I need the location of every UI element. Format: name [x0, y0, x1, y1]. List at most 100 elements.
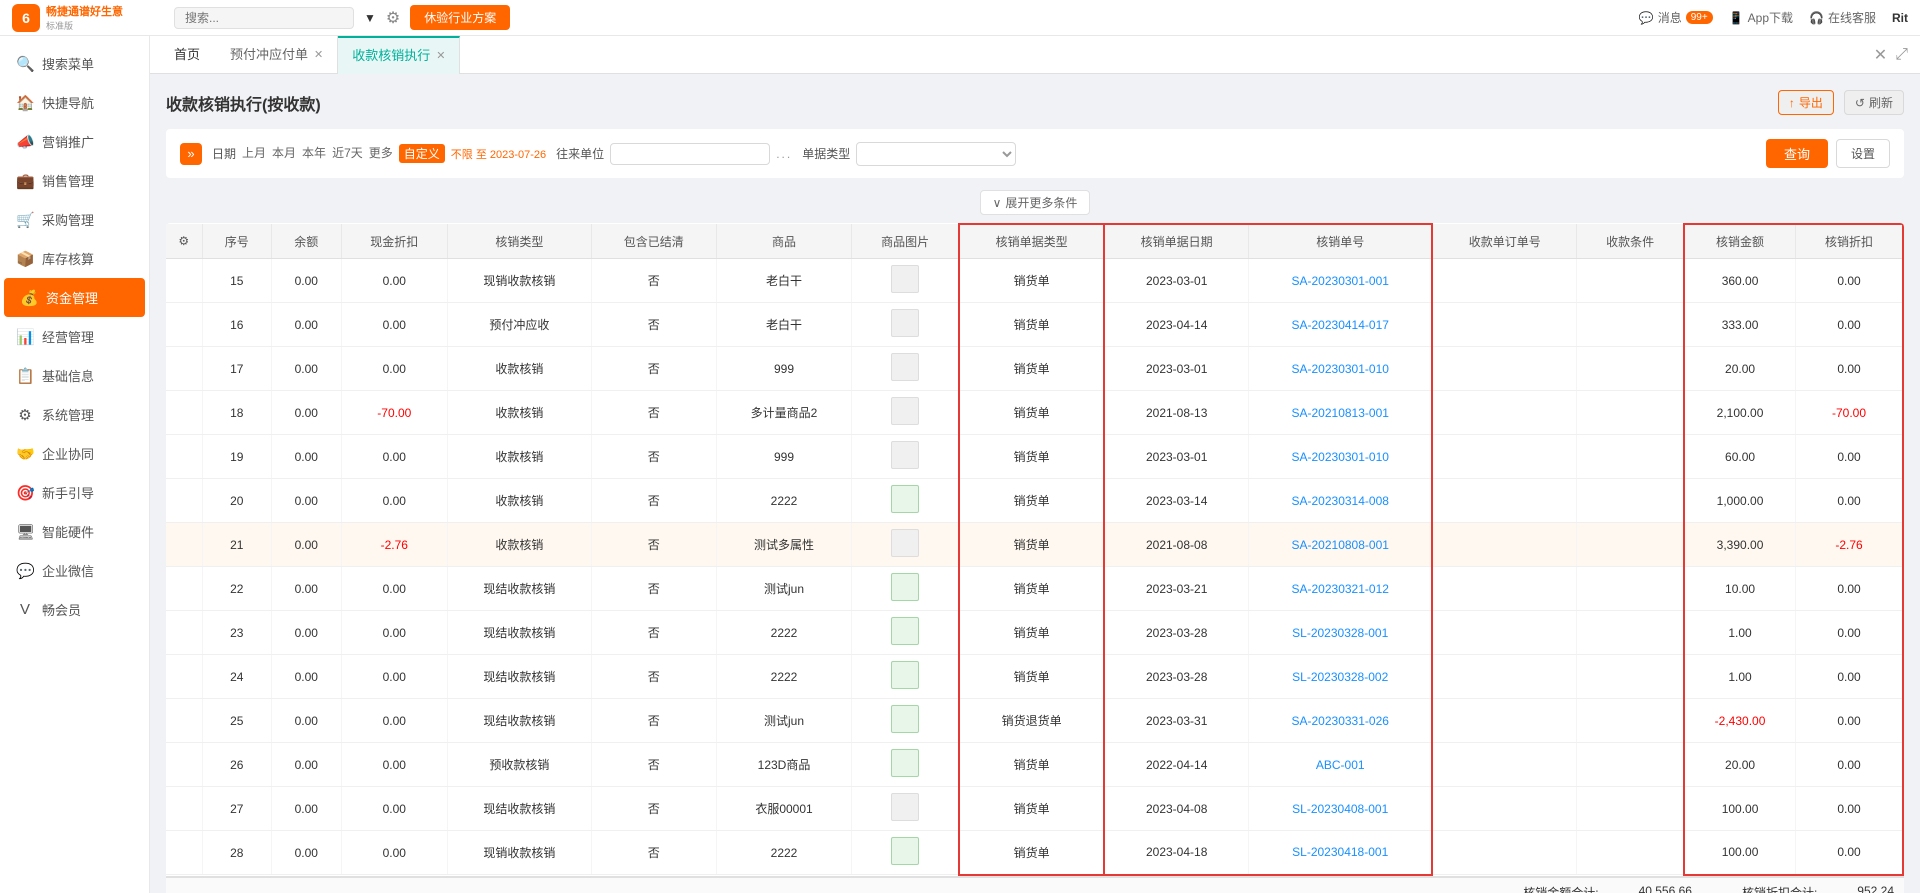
td-cancel-discount: 0.00	[1796, 567, 1903, 611]
doc-no-link[interactable]: SA-20230301-001	[1292, 274, 1389, 288]
td-cancel-discount: 0.00	[1796, 787, 1903, 831]
sidebar-item-inventory[interactable]: 📦 库存核算	[0, 239, 149, 278]
doc-no-link[interactable]: SL-20230418-001	[1292, 845, 1388, 859]
sidebar-item-finance[interactable]: 💰 资金管理	[4, 278, 145, 317]
td-cancel-discount: 0.00	[1796, 347, 1903, 391]
sidebar-item-marketing[interactable]: 📣 营销推广	[0, 122, 149, 161]
td-goods: 2222	[716, 611, 851, 655]
search-input[interactable]	[174, 7, 354, 29]
td-goods-image	[852, 699, 959, 743]
doc-no-link[interactable]: ABC-001	[1316, 758, 1365, 772]
table-row: 17 0.00 0.00 收款核销 否 999 销货单 2023-03-01 S…	[166, 347, 1903, 391]
sidebar-label-basic-info: 基础信息	[42, 366, 94, 385]
td-receipt-order-no	[1432, 743, 1576, 787]
td-receipt-condition	[1577, 699, 1684, 743]
td-balance: 0.00	[272, 743, 342, 787]
td-goods: 测试jun	[716, 567, 851, 611]
receipt-type-select[interactable]	[856, 142, 1016, 166]
doc-no-link[interactable]: SL-20230408-001	[1292, 802, 1388, 816]
sidebar-item-sales[interactable]: 💼 销售管理	[0, 161, 149, 200]
td-goods: 老白干	[716, 303, 851, 347]
tab-cancel[interactable]: 收款核销执行 ✕	[338, 36, 460, 74]
expand-btn[interactable]: ∨ 展开更多条件	[980, 190, 1091, 215]
sales-icon: 💼	[16, 172, 34, 190]
td-cancel-amount: 3,390.00	[1684, 523, 1796, 567]
sidebar-item-collab[interactable]: 🤝 企业协同	[0, 434, 149, 473]
sidebar-item-guide[interactable]: 🎯 新手引导	[0, 473, 149, 512]
tab-prepay[interactable]: 预付冲应付单 ✕	[216, 36, 338, 74]
doc-no-link[interactable]: SL-20230328-001	[1292, 626, 1388, 640]
td-cancel-doc-date: 2023-03-28	[1104, 655, 1248, 699]
doc-no-link[interactable]: SA-20230301-010	[1292, 450, 1389, 464]
sidebar-item-hardware[interactable]: 🖥 智能硬件	[0, 512, 149, 551]
td-receipt-order-no	[1432, 831, 1576, 875]
sidebar-item-system[interactable]: ⚙ 系统管理	[0, 395, 149, 434]
date-this-month[interactable]: 本月	[272, 144, 296, 163]
date-more[interactable]: 更多	[369, 144, 393, 163]
sidebar-item-nav[interactable]: 🏠 快捷导航	[0, 83, 149, 122]
td-receipt-condition	[1577, 655, 1684, 699]
sidebar-item-wechat[interactable]: 💬 企业微信	[0, 551, 149, 590]
date-custom[interactable]: 自定义	[399, 144, 445, 163]
sidebar-item-purchase[interactable]: 🛒 采购管理	[0, 200, 149, 239]
date-7days[interactable]: 近7天	[332, 144, 363, 163]
refresh-btn[interactable]: ↺ 刷新	[1844, 90, 1904, 115]
member-icon: V	[16, 601, 34, 618]
th-settings[interactable]: ⚙	[166, 224, 202, 259]
date-label: 日期	[212, 145, 236, 162]
dropdown-arrow[interactable]: ▼	[364, 11, 376, 25]
message-btn[interactable]: 💬 消息 99+	[1639, 9, 1713, 26]
td-cancel-discount: 0.00	[1796, 831, 1903, 875]
sidebar-label-search: 搜索菜单	[42, 54, 94, 73]
online-service-btn[interactable]: 🎧 在线客服	[1809, 9, 1876, 26]
gear-icon[interactable]: ⚙	[386, 8, 400, 28]
td-cancel-amount: 100.00	[1684, 831, 1796, 875]
unit-input[interactable]	[610, 143, 770, 165]
table-row: 23 0.00 0.00 现结收款核销 否 2222 销货单 2023-03-2…	[166, 611, 1903, 655]
industry-btn[interactable]: 休验行业方案	[410, 5, 510, 30]
tab-prepay-close[interactable]: ✕	[314, 36, 323, 74]
tab-cancel-close[interactable]: ✕	[436, 37, 445, 75]
logo-sub: 标准版	[46, 19, 123, 32]
sidebar-item-member[interactable]: V 畅会员	[0, 590, 149, 629]
td-include-settled: 否	[591, 611, 716, 655]
td-cancel-doc-date: 2023-03-01	[1104, 435, 1248, 479]
td-include-settled: 否	[591, 391, 716, 435]
td-settings	[166, 435, 202, 479]
unit-label: 往来单位	[556, 145, 604, 162]
sidebar-item-search[interactable]: 🔍 搜索菜单	[0, 44, 149, 83]
doc-no-link[interactable]: SA-20230301-010	[1292, 362, 1389, 376]
td-cancel-discount: 0.00	[1796, 699, 1903, 743]
filter-arrow-btn[interactable]: »	[180, 143, 202, 165]
td-cancel-doc-date: 2023-03-21	[1104, 567, 1248, 611]
td-cancel-discount: 0.00	[1796, 655, 1903, 699]
td-cash-discount: 0.00	[341, 787, 448, 831]
doc-no-link[interactable]: SA-20210808-001	[1292, 538, 1389, 552]
app-download-btn[interactable]: 📱 App下载	[1729, 9, 1793, 26]
td-cancel-doc-no: ABC-001	[1249, 743, 1433, 787]
doc-no-link[interactable]: SA-20230314-008	[1292, 494, 1389, 508]
doc-no-link[interactable]: SL-20230328-002	[1292, 670, 1388, 684]
tab-expand-icon[interactable]: ⤢	[1895, 46, 1908, 64]
tab-close-all-icon[interactable]: ✕	[1874, 45, 1887, 65]
tab-home[interactable]: 首页	[158, 36, 216, 74]
td-goods-image	[852, 567, 959, 611]
settings-btn[interactable]: 设置	[1836, 139, 1890, 168]
doc-no-link[interactable]: SA-20210813-001	[1292, 406, 1389, 420]
goods-image	[891, 793, 919, 821]
doc-no-link[interactable]: SA-20230321-012	[1292, 582, 1389, 596]
goods-image	[891, 837, 919, 865]
query-btn[interactable]: 查询	[1766, 139, 1828, 168]
doc-no-link[interactable]: SA-20230331-026	[1292, 714, 1389, 728]
doc-no-link[interactable]: SA-20230414-017	[1292, 318, 1389, 332]
td-cancel-doc-type: 销货单	[959, 391, 1104, 435]
td-include-settled: 否	[591, 831, 716, 875]
sidebar-item-basic-info[interactable]: 📋 基础信息	[0, 356, 149, 395]
table-row: 18 0.00 -70.00 收款核销 否 多计量商品2 销货单 2021-08…	[166, 391, 1903, 435]
sidebar-item-operations[interactable]: 📊 经营管理	[0, 317, 149, 356]
td-cancel-type: 预收款核销	[448, 743, 592, 787]
date-this-year[interactable]: 本年	[302, 144, 326, 163]
td-cancel-amount: 10.00	[1684, 567, 1796, 611]
export-btn[interactable]: ↑ 导出	[1778, 90, 1834, 115]
date-last-month[interactable]: 上月	[242, 144, 266, 163]
